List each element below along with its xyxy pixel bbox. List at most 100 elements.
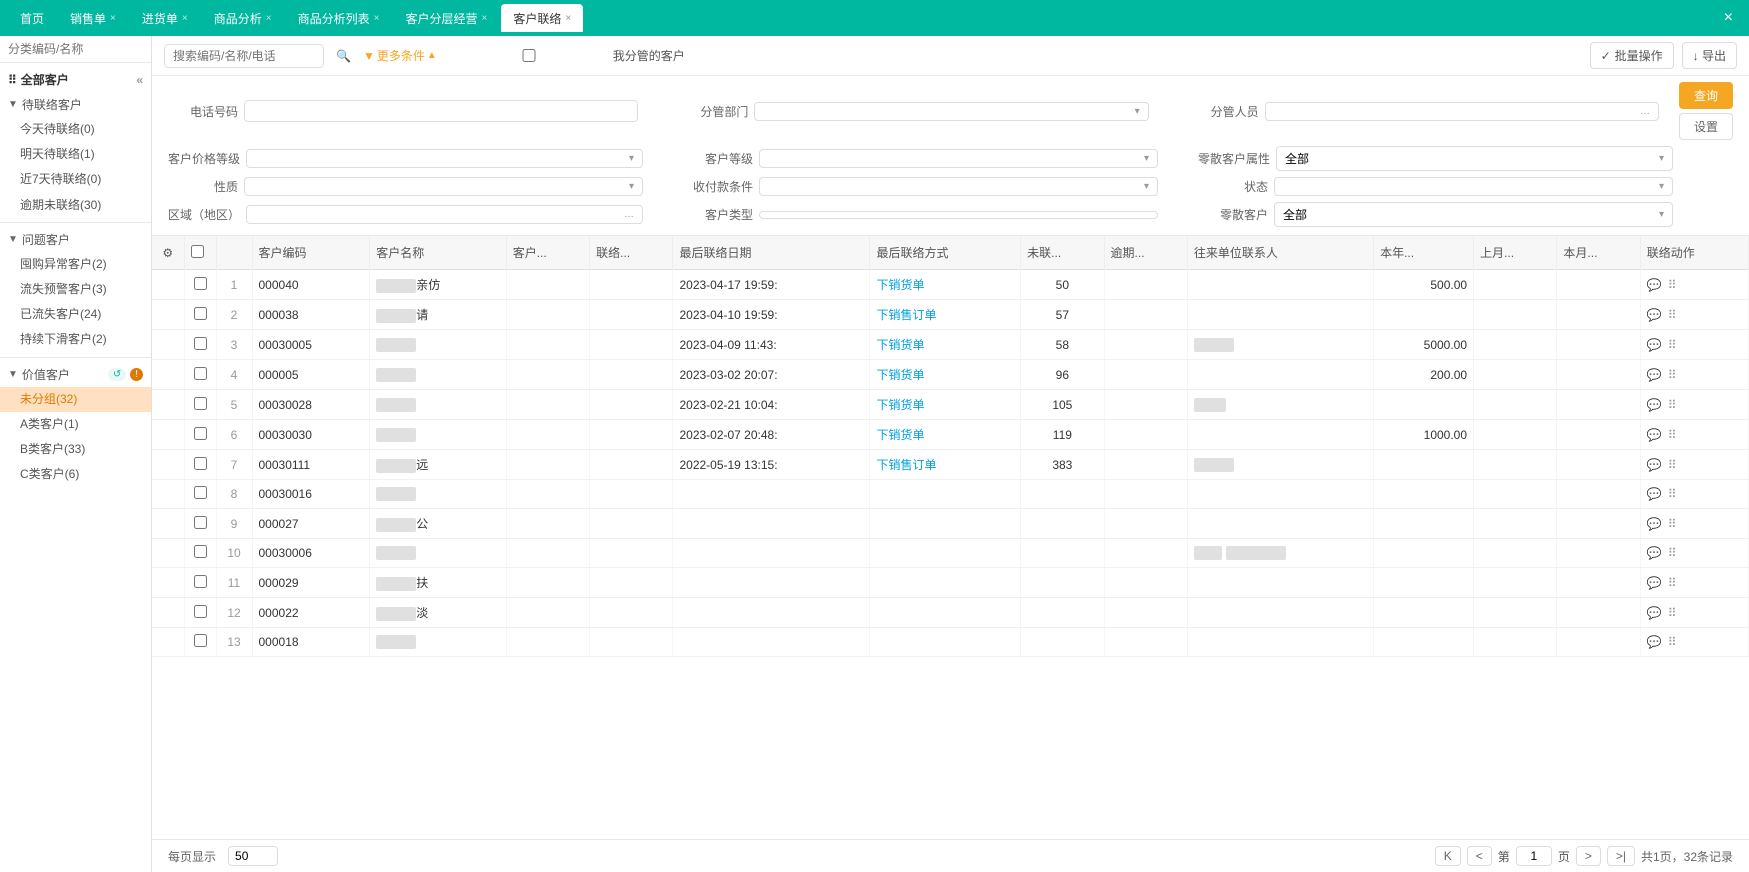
row-last-way[interactable]	[870, 480, 1021, 509]
th-checkbox[interactable]	[184, 236, 216, 270]
sidebar-item-ungroup[interactable]: 未分组(32)	[0, 387, 151, 412]
sidebar-all-customers[interactable]: ⠿ 全部客户 «	[0, 63, 151, 92]
next-page-button[interactable]: >	[1576, 846, 1601, 866]
th-biz-contact[interactable]: 往来单位联系人	[1187, 236, 1373, 270]
row-checkbox[interactable]	[194, 427, 207, 440]
grid-icon-action[interactable]: ⠿	[1668, 368, 1677, 382]
grid-icon-action[interactable]: ⠿	[1668, 338, 1677, 352]
row-last-way[interactable]	[870, 598, 1021, 628]
batch-ops-button[interactable]: ✓ 批量操作	[1590, 42, 1674, 69]
my-customers-check[interactable]	[449, 49, 609, 62]
close-tab-analysis-list[interactable]: ×	[374, 13, 380, 24]
th-this-year[interactable]: 本年...	[1374, 236, 1474, 270]
chat-icon[interactable]: 💬	[1647, 278, 1662, 292]
chat-icon[interactable]: 💬	[1647, 606, 1662, 620]
th-contact[interactable]: 联络...	[590, 236, 673, 270]
region-select[interactable]: …	[246, 205, 643, 224]
close-tab-sales[interactable]: ×	[110, 13, 116, 24]
last-page-button[interactable]: >|	[1607, 846, 1635, 866]
row-checkbox[interactable]	[194, 337, 207, 350]
row-last-way[interactable]: 下销售订单	[870, 300, 1021, 330]
chat-icon[interactable]: 💬	[1647, 635, 1662, 649]
sidebar-item-overdue[interactable]: 逾期未联络(30)	[0, 193, 151, 218]
prev-page-button[interactable]: <	[1467, 846, 1492, 866]
row-last-way[interactable]	[870, 628, 1021, 657]
ctype-select[interactable]	[759, 211, 1158, 219]
sidebar-item-churned[interactable]: 已流失客户(24)	[0, 302, 151, 327]
row-last-way[interactable]: 下销货单	[870, 330, 1021, 360]
pay-select[interactable]: ▾	[759, 177, 1158, 196]
grid-icon-action[interactable]: ⠿	[1668, 308, 1677, 322]
row-last-way[interactable]: 下销货单	[870, 420, 1021, 450]
grid-icon-action[interactable]: ⠿	[1668, 606, 1677, 620]
nav-tab-purchase[interactable]: 进货单 ×	[130, 4, 200, 32]
sidebar-item-b-class[interactable]: B类客户(33)	[0, 437, 151, 462]
grid-icon-action[interactable]: ⠿	[1668, 278, 1677, 292]
sidebar-problem-group[interactable]: ▼ 问题客户	[0, 227, 151, 252]
sidebar-item-churn-warning[interactable]: 流失预警客户(3)	[0, 277, 151, 302]
filter-search-icon[interactable]: 🔍	[336, 49, 351, 63]
chat-icon[interactable]: 💬	[1647, 308, 1662, 322]
sidebar-item-c-class[interactable]: C类客户(6)	[0, 462, 151, 487]
row-last-way[interactable]: 下销货单	[870, 390, 1021, 420]
status-select[interactable]: ▾	[1274, 177, 1673, 196]
staff-select[interactable]: …	[1265, 102, 1659, 121]
nav-tab-analysis[interactable]: 商品分析 ×	[202, 4, 284, 32]
th-this-month[interactable]: 本月...	[1557, 236, 1640, 270]
nav-home[interactable]: 首页	[8, 4, 56, 32]
sidebar-search-input[interactable]	[8, 42, 152, 56]
th-overdue[interactable]: 逾期...	[1104, 236, 1187, 270]
grid-icon-action[interactable]: ⠿	[1668, 517, 1677, 531]
grid-icon-action[interactable]: ⠿	[1668, 576, 1677, 590]
sidebar-item-declining[interactable]: 持续下滑客户(2)	[0, 327, 151, 352]
th-type[interactable]: 客户...	[506, 236, 589, 270]
th-last-date[interactable]: 最后联络日期	[673, 236, 870, 270]
sidebar-item-a-class[interactable]: A类客户(1)	[0, 412, 151, 437]
th-last-month[interactable]: 上月...	[1474, 236, 1557, 270]
grid-icon-action[interactable]: ⠿	[1668, 398, 1677, 412]
retail-cust-select[interactable]: 全部 ▾	[1274, 202, 1673, 227]
page-number-input[interactable]	[1516, 846, 1552, 866]
sidebar-value-group[interactable]: ▼ 价值客户 ↺ !	[0, 362, 151, 387]
chat-icon[interactable]: 💬	[1647, 458, 1662, 472]
first-page-button[interactable]: K	[1435, 846, 1461, 866]
row-checkbox[interactable]	[194, 486, 207, 499]
row-checkbox[interactable]	[194, 545, 207, 558]
window-close-button[interactable]: ×	[1716, 9, 1741, 27]
select-all-checkbox[interactable]	[191, 245, 204, 258]
chat-icon[interactable]: 💬	[1647, 576, 1662, 590]
nav-tab-contact[interactable]: 客户联络 ×	[501, 4, 583, 32]
chat-icon[interactable]: 💬	[1647, 368, 1662, 382]
row-checkbox[interactable]	[194, 605, 207, 618]
close-tab-purchase[interactable]: ×	[182, 13, 188, 24]
row-checkbox[interactable]	[194, 575, 207, 588]
grid-icon-action[interactable]: ⠿	[1668, 546, 1677, 560]
price-select[interactable]: ▾	[246, 149, 643, 168]
query-button[interactable]: 查询	[1679, 82, 1733, 109]
row-checkbox[interactable]	[194, 277, 207, 290]
row-last-way[interactable]	[870, 539, 1021, 568]
phone-input[interactable]	[244, 100, 638, 122]
level-select[interactable]: ▾	[759, 149, 1158, 168]
search-input[interactable]	[164, 44, 324, 68]
nav-tab-crm[interactable]: 客户分层经营 ×	[393, 4, 499, 32]
collapse-icon[interactable]: «	[136, 73, 143, 87]
row-checkbox[interactable]	[194, 634, 207, 647]
grid-icon-action[interactable]: ⠿	[1668, 458, 1677, 472]
row-checkbox[interactable]	[194, 307, 207, 320]
th-last-way[interactable]: 最后联络方式	[870, 236, 1021, 270]
nature-select[interactable]: ▾	[244, 177, 643, 196]
row-last-way[interactable]: 下销售订单	[870, 450, 1021, 480]
th-no-contact[interactable]: 未联...	[1021, 236, 1104, 270]
row-checkbox[interactable]	[194, 367, 207, 380]
th-name[interactable]: 客户名称	[370, 236, 507, 270]
more-conditions-button[interactable]: ▼ 更多条件 ▲	[363, 47, 437, 64]
sidebar-wait-group[interactable]: ▼ 待联络客户	[0, 92, 151, 117]
chat-icon[interactable]: 💬	[1647, 398, 1662, 412]
sidebar-item-today[interactable]: 今天待联络(0)	[0, 117, 151, 142]
chat-icon[interactable]: 💬	[1647, 428, 1662, 442]
row-last-way[interactable]: 下销货单	[870, 360, 1021, 390]
row-checkbox[interactable]	[194, 457, 207, 470]
close-tab-crm[interactable]: ×	[481, 13, 487, 24]
row-last-way[interactable]	[870, 509, 1021, 539]
